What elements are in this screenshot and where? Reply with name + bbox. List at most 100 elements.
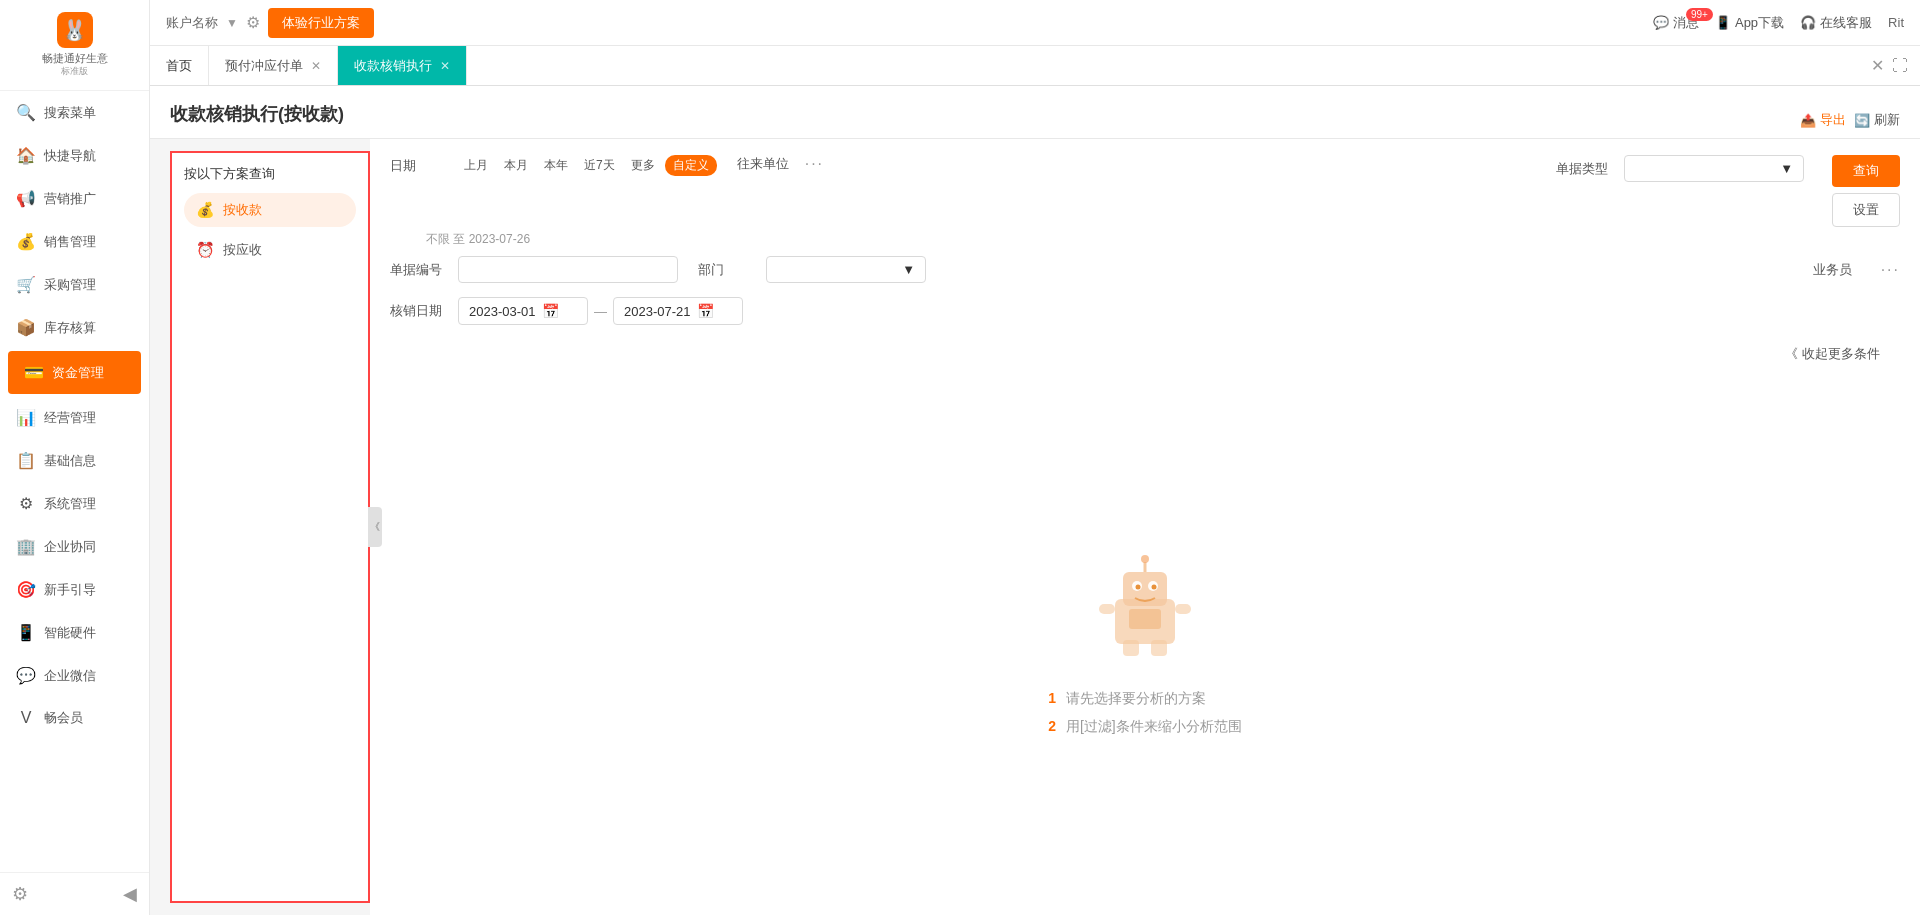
doc-no-label: 单据编号 (390, 261, 450, 279)
filter-area: 按以下方案查询 💰 按收款 ⏰ 按应收 《 日期 (150, 139, 1920, 915)
refresh-icon: 🔄 (1854, 113, 1870, 128)
account-dropdown-icon[interactable]: ▼ (226, 16, 238, 30)
logo-text: 畅捷通好生意 (42, 51, 108, 65)
content-header: 收款核销执行(按收款) 📤 导出 🔄 刷新 (150, 86, 1920, 139)
date-opt-custom[interactable]: 自定义 (665, 155, 717, 176)
doc-type-select[interactable]: ▼ (1624, 155, 1804, 182)
inventory-nav-icon: 📦 (16, 318, 36, 337)
date-opt-this-year[interactable]: 本年 (538, 155, 574, 176)
dept-select[interactable]: ▼ (766, 256, 926, 283)
export-btn[interactable]: 📤 导出 (1800, 111, 1846, 129)
sidebar-item-purchase[interactable]: 🛒采购管理 (0, 263, 149, 306)
tabbar: 首页 预付冲应付单 ✕ 收款核销执行 ✕ ✕ ⛶ (150, 46, 1920, 86)
tab-receipt-cancel-close[interactable]: ✕ (440, 59, 450, 73)
staff-label: 业务员 (1813, 261, 1873, 279)
dept-label: 部门 (698, 261, 758, 279)
message-badge: 99+ (1686, 8, 1713, 21)
tabbar-actions: ✕ ⛶ (1859, 46, 1920, 85)
tab-advance-payment-label: 预付冲应付单 (225, 57, 303, 75)
date-opt-last-month[interactable]: 上月 (458, 155, 494, 176)
svg-rect-12 (1129, 609, 1161, 629)
purchase-nav-label: 采购管理 (44, 276, 96, 294)
verify-end-date[interactable]: 2023-07-21 📅 (613, 297, 743, 325)
basic-info-nav-icon: 📋 (16, 451, 36, 470)
verify-end-cal-icon[interactable]: 📅 (697, 303, 714, 319)
verify-start-cal-icon[interactable]: 📅 (542, 303, 559, 319)
sidebar-item-wechat[interactable]: 💬企业微信 (0, 654, 149, 697)
enterprise-nav-icon: 🏢 (16, 537, 36, 556)
collapse-more-btn[interactable]: 《 收起更多条件 (390, 339, 1900, 369)
tab-home-label: 首页 (166, 57, 192, 75)
hint-num-2: 2 (1048, 718, 1056, 734)
app-download-btn[interactable]: 📱 App下载 (1715, 14, 1784, 32)
hint-text-1: 请先选择要分析的方案 (1066, 690, 1206, 706)
marketing-nav-label: 营销推广 (44, 190, 96, 208)
close-all-tabs-icon[interactable]: ✕ (1871, 56, 1884, 75)
filter-by-receipt[interactable]: 💰 按收款 (184, 193, 356, 227)
sidebar-item-guide[interactable]: 🎯新手引导 (0, 568, 149, 611)
messages-btn[interactable]: 💬 消息 99+ (1653, 14, 1699, 32)
verify-date-label: 核销日期 (390, 302, 450, 320)
user-name[interactable]: Rit (1888, 15, 1904, 30)
expand-tab-icon[interactable]: ⛶ (1892, 57, 1908, 75)
sidebar-item-member[interactable]: V畅会员 (0, 697, 149, 739)
sidebar-item-marketing[interactable]: 📢 营销推广 (0, 177, 149, 220)
empty-hint: 1 请先选择要分析的方案 2 用[过滤]条件来缩小分析范围 (1048, 684, 1241, 740)
page-title: 收款核销执行(按收款) (170, 102, 344, 126)
doc-type-label: 单据类型 (1556, 160, 1616, 178)
receipt-filter-icon: 💰 (196, 201, 215, 219)
marketing-nav-icon: 📢 (16, 189, 36, 208)
hardware-nav-label: 智能硬件 (44, 624, 96, 642)
settings-btn[interactable]: 设置 (1832, 193, 1900, 227)
tab-advance-payment[interactable]: 预付冲应付单 ✕ (209, 46, 338, 85)
sales-nav-label: 销售管理 (44, 233, 96, 251)
verify-start-date[interactable]: 2023-03-01 📅 (458, 297, 588, 325)
collapse-sidebar-icon[interactable]: ◀ (123, 883, 137, 905)
system-nav-label: 系统管理 (44, 495, 96, 513)
sidebar-item-finance[interactable]: 💳资金管理 (8, 351, 141, 394)
sidebar-item-enterprise[interactable]: 🏢企业协同 (0, 525, 149, 568)
online-service-btn[interactable]: 🎧 在线客服 (1800, 14, 1872, 32)
filter-panel-title: 按以下方案查询 (184, 165, 356, 183)
tab-home[interactable]: 首页 (150, 46, 209, 85)
sidebar-item-hardware[interactable]: 📱智能硬件 (0, 611, 149, 654)
collapse-left-panel-btn[interactable]: 《 (368, 507, 382, 547)
receivable-filter-icon: ⏰ (196, 241, 215, 259)
industry-btn[interactable]: 体验行业方案 (268, 8, 374, 38)
refresh-btn[interactable]: 🔄 刷新 (1854, 111, 1900, 129)
filter-by-receivable[interactable]: ⏰ 按应收 (184, 233, 356, 267)
sidebar-item-system[interactable]: ⚙系统管理 (0, 482, 149, 525)
sidebar-bottom: ⚙ ◀ (0, 872, 149, 915)
doc-no-input[interactable] (458, 256, 678, 283)
quick-nav-nav-label: 快捷导航 (44, 147, 96, 165)
date-range-dash: — (594, 304, 607, 319)
svg-rect-9 (1175, 604, 1191, 614)
collapse-more-icon: 《 (1785, 345, 1798, 363)
sidebar-item-inventory[interactable]: 📦 库存核算 (0, 306, 149, 349)
sidebar-item-basic-info[interactable]: 📋基础信息 (0, 439, 149, 482)
date-opt-this-month[interactable]: 本月 (498, 155, 534, 176)
filter-left-panel: 按以下方案查询 💰 按收款 ⏰ 按应收 《 (170, 151, 370, 903)
topbar-right: 💬 消息 99+ 📱 App下载 🎧 在线客服 Rit (1653, 14, 1904, 32)
inventory-nav-label: 库存核算 (44, 319, 96, 337)
date-opt-7days[interactable]: 近7天 (578, 155, 621, 176)
empty-state: 1 请先选择要分析的方案 2 用[过滤]条件来缩小分析范围 (370, 369, 1920, 915)
sidebar: 🐰 畅捷通好生意 标准版 🔍搜索菜单🏠快捷导航📢营销推广💰销售管理🛒采购管理📦库… (0, 0, 150, 915)
sidebar-item-quick-nav[interactable]: 🏠快捷导航 (0, 134, 149, 177)
svg-rect-10 (1123, 640, 1139, 656)
svg-point-5 (1152, 585, 1157, 590)
sales-nav-icon: 💰 (16, 232, 36, 251)
sidebar-item-sales[interactable]: 💰 销售管理 (0, 220, 149, 263)
tab-receipt-cancel[interactable]: 收款核销执行 ✕ (338, 46, 467, 85)
query-btn[interactable]: 查询 (1832, 155, 1900, 187)
verify-start-value: 2023-03-01 (469, 304, 536, 319)
sidebar-item-search[interactable]: 🔍搜索菜单 (0, 91, 149, 134)
gear-icon[interactable]: ⚙ (246, 13, 260, 32)
tab-advance-payment-close[interactable]: ✕ (311, 59, 321, 73)
search-nav-icon: 🔍 (16, 103, 36, 122)
settings-bottom-icon[interactable]: ⚙ (12, 883, 28, 905)
sidebar-item-operations[interactable]: 📊经营管理 (0, 396, 149, 439)
empty-robot-illustration (1085, 544, 1205, 664)
date-opt-more[interactable]: 更多 (625, 155, 661, 176)
sidebar-nav: 🔍搜索菜单🏠快捷导航 📢 营销推广 💰 销售管理 🛒采购管理 📦 库存核算 💳资金管理📊经营管理… (0, 91, 149, 872)
